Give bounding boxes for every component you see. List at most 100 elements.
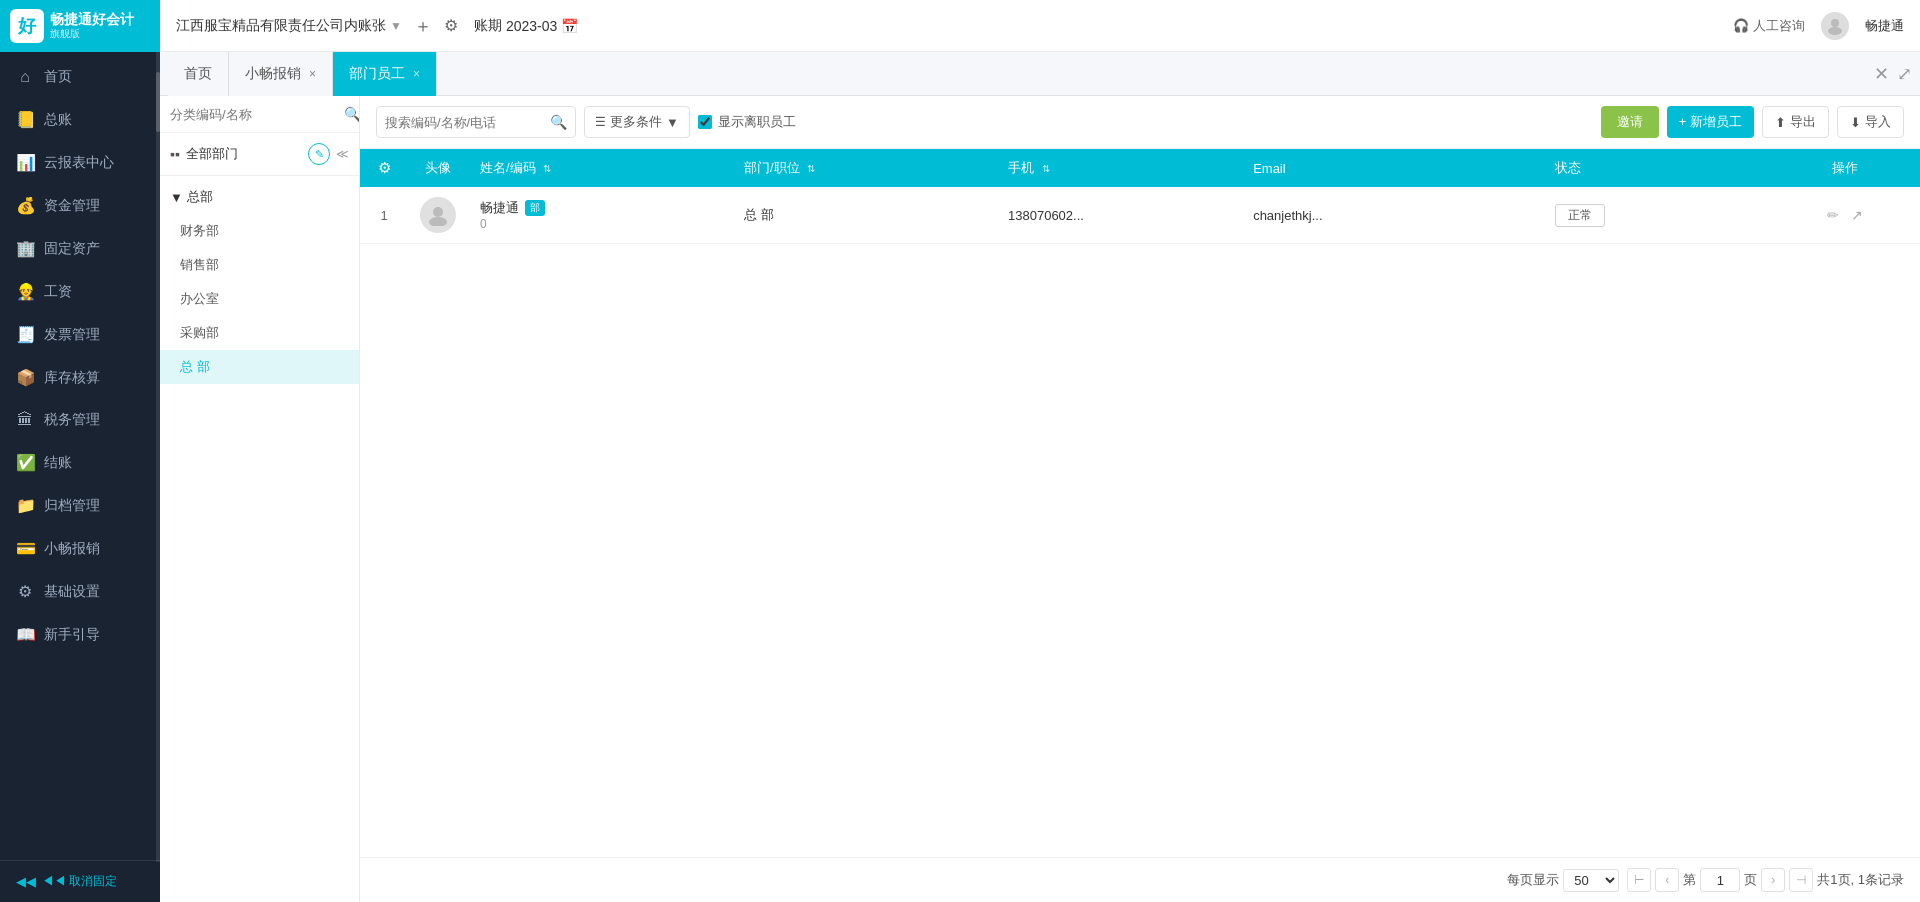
sidebar-item-finance[interactable]: 💰资金管理	[0, 184, 160, 227]
svg-point-3	[429, 217, 447, 226]
all-departments-label[interactable]: 全部部门	[186, 145, 302, 163]
show-resigned-checkbox[interactable]	[698, 115, 712, 129]
col-settings-icon[interactable]: ⚙	[372, 159, 396, 177]
import-icon: ⬇	[1850, 115, 1861, 130]
sidebar-item-xiaochang[interactable]: 💳小畅报销	[0, 527, 160, 570]
filter-arrow-icon: ▼	[666, 115, 679, 130]
page-suffix-label: 页	[1744, 871, 1757, 889]
tab-home[interactable]: 首页	[168, 52, 229, 96]
sidebar-item-fixed-assets[interactable]: 🏢固定资产	[0, 227, 160, 270]
import-button[interactable]: ⬇ 导入	[1837, 106, 1904, 138]
dept-item-caigou[interactable]: 采购部	[160, 316, 359, 350]
sidebar-icon-tax: 🏛	[16, 411, 34, 429]
cancel-fixed-button[interactable]: ◀◀ ◀◀ 取消固定	[0, 860, 160, 902]
sidebar-label-invoices: 发票管理	[44, 326, 100, 344]
sidebar-icon-invoices: 🧾	[16, 325, 34, 344]
sidebar-scrollbar	[156, 52, 160, 862]
dept-item-zongbu[interactable]: 总 部	[160, 350, 359, 384]
edit-dept-button[interactable]: ✎	[308, 143, 330, 165]
sidebar-item-settings[interactable]: ⚙基础设置	[0, 570, 160, 613]
invite-button[interactable]: 邀请	[1601, 106, 1659, 138]
calendar-icon[interactable]: 📅	[561, 18, 578, 34]
tabbar-actions: ✕ ⤢	[1874, 63, 1920, 85]
sidebar-item-invoices[interactable]: 🧾 发票管理	[0, 313, 160, 356]
company-dropdown-icon: ▼	[390, 19, 402, 33]
dept-item-bangong[interactable]: 办公室	[160, 282, 359, 316]
tab-close-xiaochangbaoxiao[interactable]: ×	[309, 67, 316, 81]
col-header-phone[interactable]: 手机 ⇅	[996, 149, 1241, 187]
status-badge: 正常	[1555, 204, 1605, 227]
sidebar-item-newguide[interactable]: 📖新手引导	[0, 613, 160, 656]
sidebar-item-tax[interactable]: 🏛税务管理	[0, 399, 160, 441]
username-label[interactable]: 畅捷通	[1865, 17, 1904, 35]
collapse-panel-button[interactable]: ≪	[336, 147, 349, 161]
employee-search-input[interactable]	[385, 115, 544, 130]
tab-label-home: 首页	[184, 65, 212, 83]
cell-email: chanjethkj...	[1241, 187, 1543, 244]
prev-page-button[interactable]: ‹	[1655, 868, 1679, 892]
export-label: 导出	[1790, 113, 1816, 131]
col-header-dept[interactable]: 部门/职位 ⇅	[732, 149, 996, 187]
sidebar-icon-general-ledger: 📒	[16, 110, 34, 129]
page-number-input[interactable]	[1700, 868, 1740, 892]
svg-point-2	[433, 207, 443, 217]
col-name-label: 姓名/编码	[480, 160, 536, 175]
col-phone-label: 手机	[1008, 160, 1034, 175]
sidebar-item-home[interactable]: ⌂首页	[0, 56, 160, 98]
filter-label: 更多条件	[610, 113, 662, 131]
tab-xiaochangbaoxiao[interactable]: 小畅报销×	[229, 52, 333, 96]
add-employee-label: + 新增员工	[1679, 113, 1742, 131]
employee-table-wrap: ⚙ 头像 姓名/编码 ⇅ 部门/职位 ⇅	[360, 149, 1920, 857]
expand-icon[interactable]: ⤢	[1897, 63, 1912, 85]
edit-employee-icon[interactable]: ✏	[1827, 207, 1839, 223]
tabbar: 首页小畅报销×部门员工× ✕ ⤢	[160, 52, 1920, 96]
sidebar-item-archive[interactable]: 📁归档管理	[0, 484, 160, 527]
col-header-email: Email	[1241, 149, 1543, 187]
sidebar-item-wages[interactable]: 👷工资	[0, 270, 160, 313]
sidebar-item-settle[interactable]: ✅结账	[0, 441, 160, 484]
dept-search-icon[interactable]: 🔍	[344, 106, 360, 122]
settings-icon[interactable]: ⚙	[444, 16, 458, 35]
more-filter-button[interactable]: ☰ 更多条件 ▼	[584, 106, 690, 138]
headset-icon: 🎧	[1733, 18, 1749, 33]
cell-name: 畅捷通 部 0	[468, 187, 732, 244]
sidebar-item-inventory[interactable]: 📦库存核算	[0, 356, 160, 399]
page-size-selector: 每页显示 50 100 200	[1507, 869, 1619, 892]
sidebar-label-archive: 归档管理	[44, 497, 100, 515]
company-selector[interactable]: 江西服宝精品有限责任公司内账张 ▼	[176, 17, 402, 35]
sidebar-item-general-ledger[interactable]: 📒总账	[0, 98, 160, 141]
dept-item-xiaoshou[interactable]: 销售部	[160, 248, 359, 282]
dept-group-zongbu-label[interactable]: ▼ 总部	[160, 180, 359, 214]
sidebar-label-newguide: 新手引导	[44, 626, 100, 644]
dept-tree: ▼ 总部 财务部 销售部 办公室 采购部 总 部	[160, 176, 359, 902]
col-header-name[interactable]: 姓名/编码 ⇅	[468, 149, 732, 187]
sidebar-item-reports[interactable]: 📊云报表中心	[0, 141, 160, 184]
add-account-button[interactable]: ＋	[410, 10, 436, 42]
main-content: 江西服宝精品有限责任公司内账张 ▼ ＋ ⚙ 账期 2023-03 📅 🎧 人工咨…	[160, 0, 1920, 902]
first-page-button[interactable]: ⊢	[1627, 868, 1651, 892]
last-page-button[interactable]: ⊣	[1789, 868, 1813, 892]
tab-close-bumenyuangong[interactable]: ×	[413, 67, 420, 81]
sidebar-label-home: 首页	[44, 68, 72, 86]
filter-icon: ☰	[595, 115, 606, 129]
dept-search-input[interactable]	[170, 107, 338, 122]
sidebar-logo: 好 畅捷通好会计 旗舰版	[0, 0, 160, 52]
col-header-settings[interactable]: ⚙	[360, 149, 408, 187]
employee-search-icon[interactable]: 🔍	[550, 114, 567, 130]
tab-bumenyuangong[interactable]: 部门员工×	[333, 52, 437, 96]
period-value: 2023-03	[506, 18, 557, 34]
add-employee-button[interactable]: + 新增员工	[1667, 106, 1754, 138]
export-button[interactable]: ⬆ 导出	[1762, 106, 1829, 138]
sidebar-icon-inventory: 📦	[16, 368, 34, 387]
import-label: 导入	[1865, 113, 1891, 131]
more-actions-icon[interactable]: ↗	[1851, 207, 1863, 223]
row-action-icons: ✏ ↗	[1781, 207, 1908, 223]
right-panel: 🔍 ☰ 更多条件 ▼ 显示离职员工 邀请 + 新增员工	[360, 96, 1920, 902]
show-resigned-checkbox-label[interactable]: 显示离职员工	[698, 113, 796, 131]
topbar-right: 🎧 人工咨询 畅捷通	[1733, 12, 1904, 40]
dept-item-caiwu[interactable]: 财务部	[160, 214, 359, 248]
next-page-button[interactable]: ›	[1761, 868, 1785, 892]
close-tab-icon[interactable]: ✕	[1874, 63, 1889, 85]
per-page-select[interactable]: 50 100 200	[1563, 869, 1619, 892]
consulting-button[interactable]: 🎧 人工咨询	[1733, 17, 1805, 35]
